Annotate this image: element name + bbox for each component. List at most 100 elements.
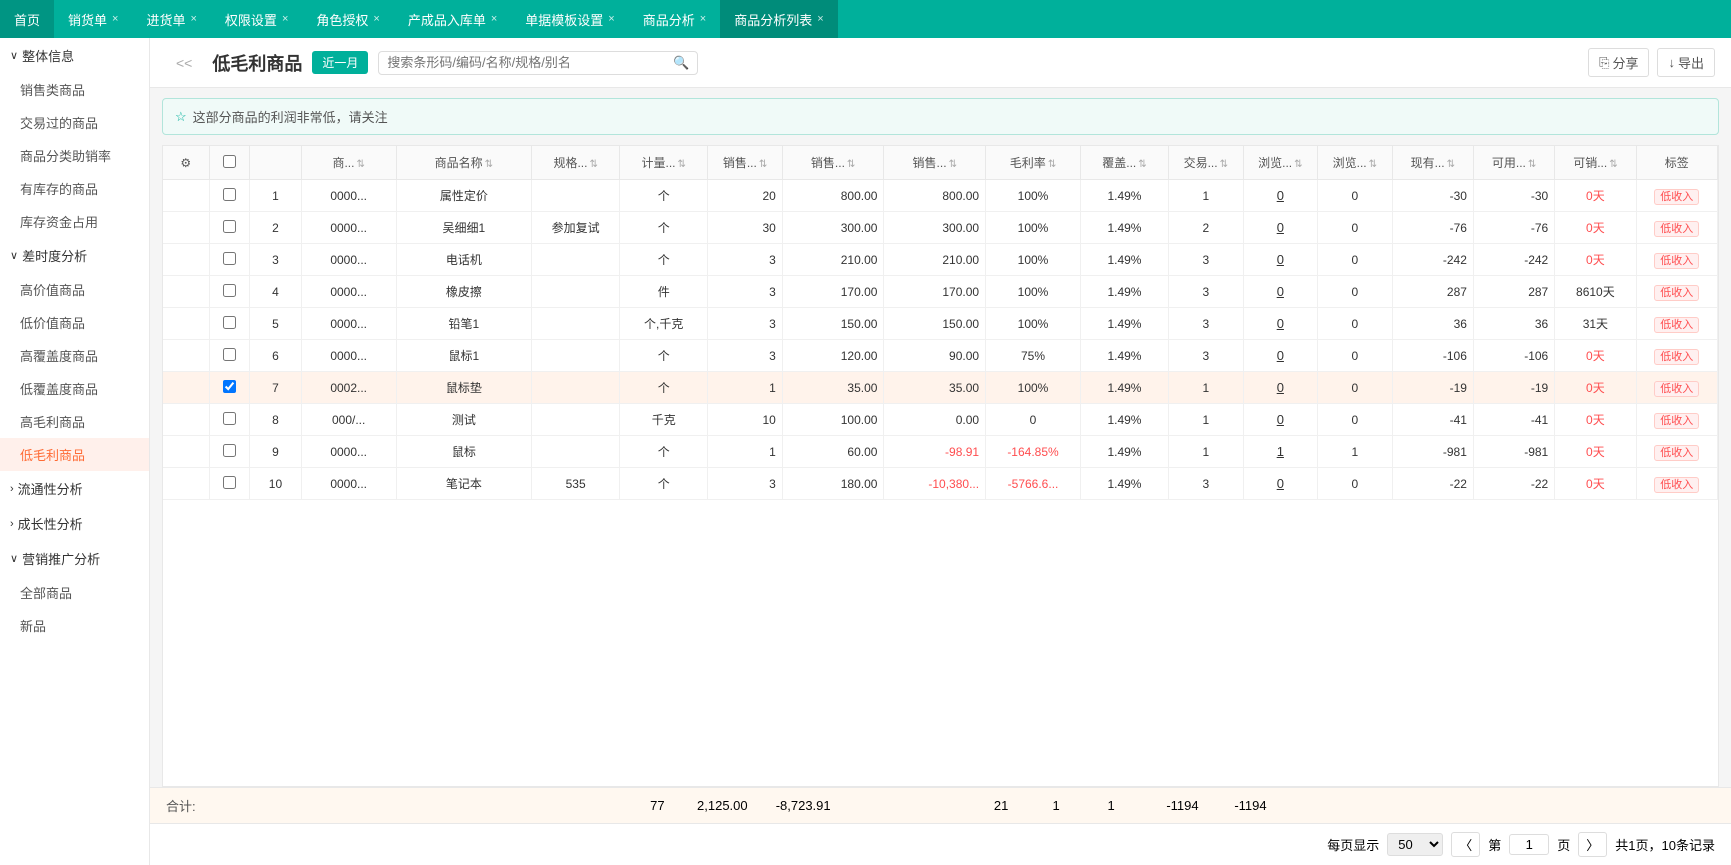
col-browse1[interactable]: 浏览...⇅ [1243, 146, 1318, 180]
nav-home[interactable]: 首页 [0, 0, 54, 38]
nav-permissions[interactable]: 权限设置 × [211, 0, 302, 38]
row-checkbox[interactable] [209, 276, 250, 308]
sidebar-item-all-products[interactable]: 全部商品 [0, 576, 149, 609]
row-settings[interactable] [163, 244, 209, 276]
col-code[interactable]: 商...⇅ [301, 146, 396, 180]
col-unit[interactable]: 计量...⇅ [620, 146, 708, 180]
row-checkbox[interactable] [209, 340, 250, 372]
col-current[interactable]: 现有...⇅ [1392, 146, 1473, 180]
sidebar-item-sales-products[interactable]: 销售类商品 [0, 73, 149, 106]
col-sales-qty[interactable]: 销售...⇅ [708, 146, 783, 180]
col-name[interactable]: 商品名称⇅ [396, 146, 532, 180]
row-browse1[interactable]: 0 [1243, 276, 1318, 308]
col-available[interactable]: 可用...⇅ [1473, 146, 1554, 180]
row-checkbox[interactable] [209, 308, 250, 340]
row-checkbox[interactable] [209, 372, 250, 404]
col-trade[interactable]: 交易...⇅ [1169, 146, 1244, 180]
nav-sales-order[interactable]: 销货单 × [54, 0, 132, 38]
row-browse1[interactable]: 0 [1243, 212, 1318, 244]
col-browse2[interactable]: 浏览...⇅ [1318, 146, 1393, 180]
row-settings[interactable] [163, 404, 209, 436]
nav-close-icon[interactable]: × [608, 13, 614, 25]
row-browse1[interactable]: 0 [1243, 180, 1318, 212]
sidebar-collapse-button[interactable]: << [166, 51, 202, 75]
sidebar-section-marketing[interactable]: ∨ 营销推广分析 [0, 541, 149, 576]
sidebar-item-high-coverage[interactable]: 高覆盖度商品 [0, 339, 149, 372]
col-checkbox[interactable] [209, 146, 250, 180]
sidebar-section-overall[interactable]: ∨ 整体信息 [0, 38, 149, 73]
sidebar-item-traded-products[interactable]: 交易过的商品 [0, 106, 149, 139]
nav-close-icon[interactable]: × [700, 13, 706, 25]
row-checkbox[interactable] [209, 244, 250, 276]
collapse-icon: ∨ [10, 249, 18, 262]
next-page-button[interactable]: 〉 [1578, 832, 1607, 857]
footer-browse2: 1 [1084, 798, 1139, 813]
row-available: -19 [1473, 372, 1554, 404]
row-code: 0000... [301, 212, 396, 244]
row-browse1[interactable]: 0 [1243, 468, 1318, 500]
row-browse1[interactable]: 0 [1243, 404, 1318, 436]
col-sellable[interactable]: 可销...⇅ [1555, 146, 1636, 180]
row-browse1[interactable]: 1 [1243, 436, 1318, 468]
sidebar-section-diff-analysis[interactable]: ∨ 差时度分析 [0, 238, 149, 273]
nav-close-icon[interactable]: × [190, 13, 196, 25]
row-browse1[interactable]: 0 [1243, 244, 1318, 276]
per-page-select[interactable]: 50 100 [1387, 833, 1443, 856]
row-checkbox[interactable] [209, 468, 250, 500]
row-settings[interactable] [163, 372, 209, 404]
row-browse1[interactable]: 0 [1243, 372, 1318, 404]
col-tag[interactable]: 标签 [1636, 146, 1717, 180]
select-all-checkbox[interactable] [223, 155, 236, 168]
sidebar-item-low-coverage[interactable]: 低覆盖度商品 [0, 372, 149, 405]
prev-page-button[interactable]: 〈 [1451, 832, 1480, 857]
col-sales-amount[interactable]: 销售...⇅ [782, 146, 884, 180]
col-gross-margin[interactable]: 毛利率⇅ [986, 146, 1081, 180]
sidebar-item-new-products[interactable]: 新品 [0, 609, 149, 642]
col-spec[interactable]: 规格...⇅ [532, 146, 620, 180]
nav-close-icon[interactable]: × [491, 13, 497, 25]
col-sales-profit[interactable]: 销售...⇅ [884, 146, 986, 180]
share-button[interactable]: ⎘ 分享 [1588, 48, 1649, 77]
row-checkbox[interactable] [209, 436, 250, 468]
row-settings[interactable] [163, 212, 209, 244]
page-number-input[interactable] [1509, 834, 1549, 855]
search-input[interactable] [387, 55, 669, 70]
row-settings[interactable] [163, 468, 209, 500]
search-box[interactable]: 🔍 [378, 51, 698, 75]
sidebar-item-inventory-products[interactable]: 有库存的商品 [0, 172, 149, 205]
row-spec [532, 244, 620, 276]
nav-close-icon[interactable]: × [112, 13, 118, 25]
row-settings[interactable] [163, 308, 209, 340]
nav-close-icon[interactable]: × [817, 13, 823, 25]
row-checkbox[interactable] [209, 404, 250, 436]
nav-products-inbound[interactable]: 产成品入库单 × [394, 0, 511, 38]
sidebar-item-inventory-capital[interactable]: 库存资金占用 [0, 205, 149, 238]
nav-template-settings[interactable]: 单据模板设置 × [511, 0, 628, 38]
row-settings[interactable] [163, 436, 209, 468]
nav-close-icon[interactable]: × [282, 13, 288, 25]
top-navigation: 首页 销货单 × 进货单 × 权限设置 × 角色授权 × 产成品入库单 × 单据… [0, 0, 1731, 38]
nav-roles[interactable]: 角色授权 × [302, 0, 393, 38]
row-checkbox[interactable] [209, 212, 250, 244]
sidebar-item-category-sales-rate[interactable]: 商品分类助销率 [0, 139, 149, 172]
sidebar-section-circulation[interactable]: › 流通性分析 [0, 471, 149, 506]
nav-product-analysis[interactable]: 商品分析 × [629, 0, 720, 38]
nav-purchase-order[interactable]: 进货单 × [132, 0, 210, 38]
row-browse1[interactable]: 0 [1243, 340, 1318, 372]
sidebar-item-low-margin[interactable]: 低毛利商品 [0, 438, 149, 471]
nav-product-analysis-list[interactable]: 商品分析列表 × [720, 0, 837, 38]
sidebar-item-low-value[interactable]: 低价值商品 [0, 306, 149, 339]
sidebar-item-high-margin[interactable]: 高毛利商品 [0, 405, 149, 438]
col-coverage[interactable]: 覆盖...⇅ [1080, 146, 1168, 180]
row-settings[interactable] [163, 340, 209, 372]
row-settings[interactable] [163, 276, 209, 308]
export-button[interactable]: ↓ 导出 [1657, 48, 1715, 77]
sidebar-item-high-value[interactable]: 高价值商品 [0, 273, 149, 306]
row-browse1[interactable]: 0 [1243, 308, 1318, 340]
filter-recent-month-button[interactable]: 近一月 [312, 51, 368, 74]
row-settings[interactable] [163, 180, 209, 212]
nav-close-icon[interactable]: × [373, 13, 379, 25]
row-checkbox[interactable] [209, 180, 250, 212]
col-settings[interactable]: ⚙ [163, 146, 209, 180]
sidebar-section-growth[interactable]: › 成长性分析 [0, 506, 149, 541]
